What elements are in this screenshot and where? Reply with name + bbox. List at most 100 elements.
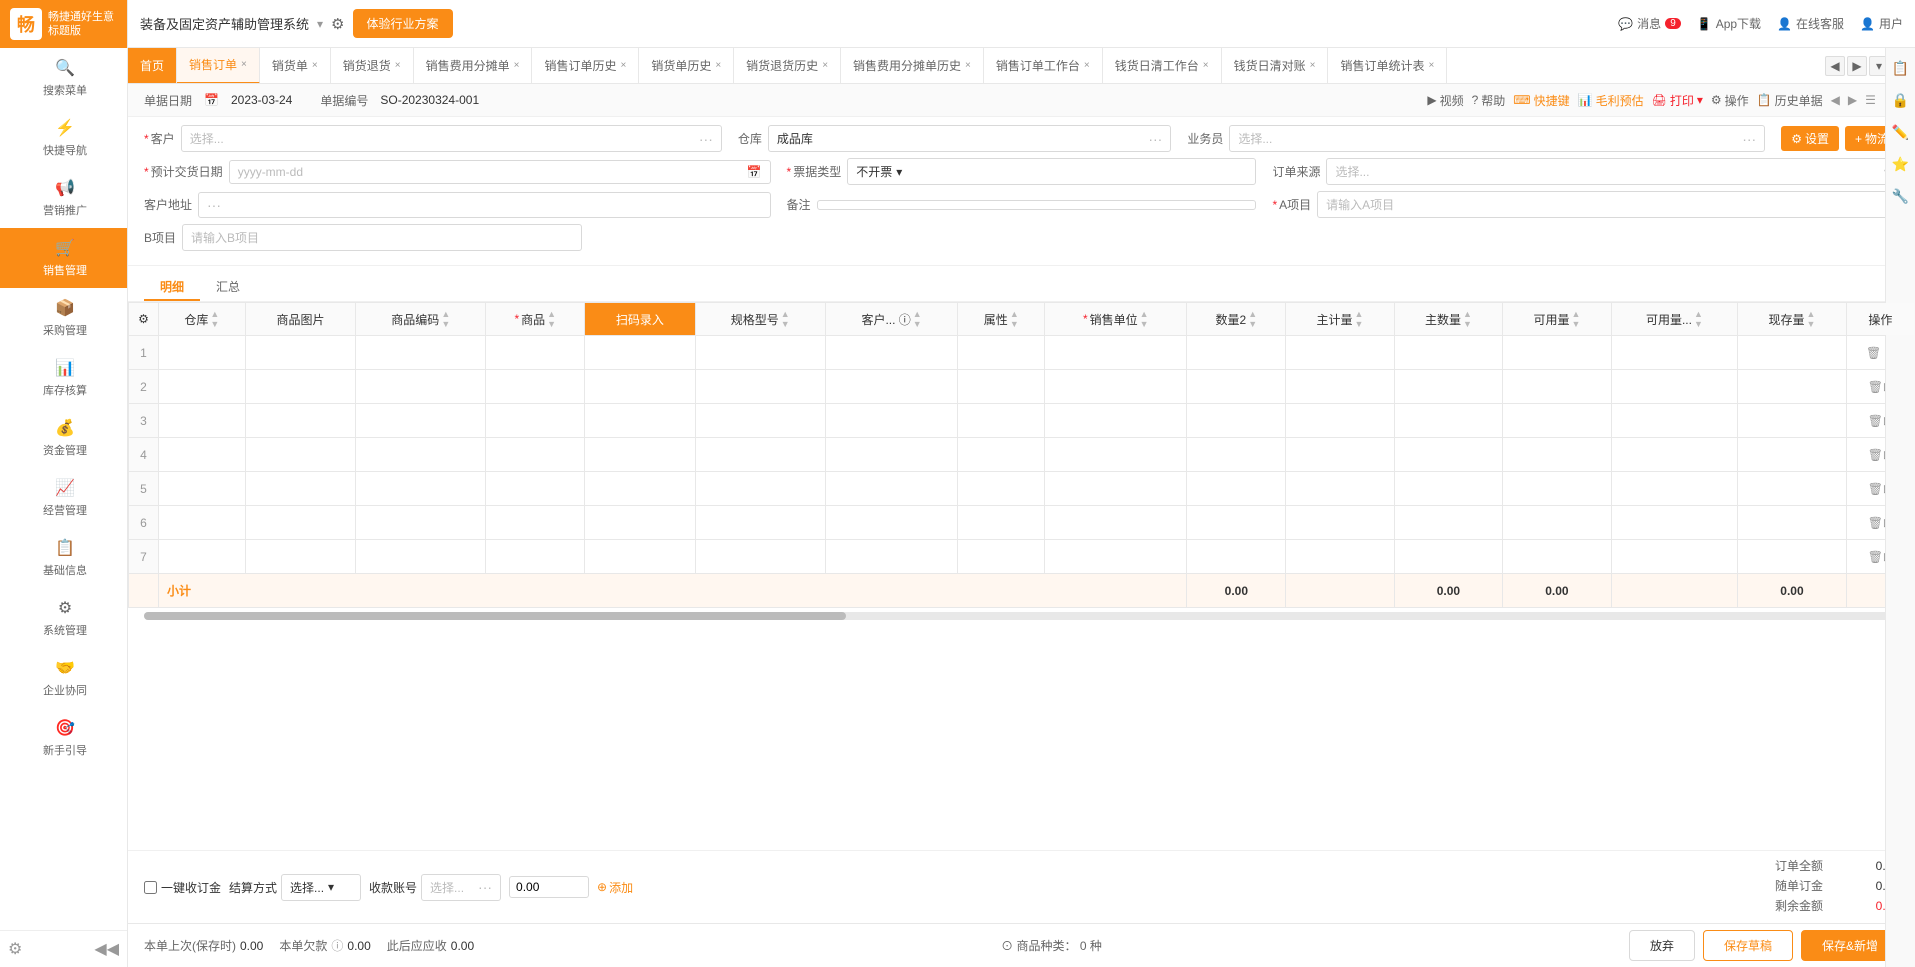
row-available2-1[interactable] bbox=[1611, 336, 1738, 370]
tab-return-history[interactable]: 销货退货历史 × bbox=[734, 48, 841, 84]
sidebar-item-system[interactable]: ⚙ 系统管理 bbox=[0, 588, 127, 648]
tab-next-button[interactable]: ▶ bbox=[1847, 56, 1867, 76]
tab-summary[interactable]: 汇总 bbox=[200, 274, 256, 301]
address-input[interactable]: ··· bbox=[198, 192, 771, 218]
tab-home[interactable]: 首页 bbox=[128, 48, 177, 84]
list-view-icon[interactable]: ☰ bbox=[1865, 93, 1876, 107]
prev-record-icon[interactable]: ◀ bbox=[1831, 93, 1840, 107]
tab-close-icon[interactable]: × bbox=[1203, 60, 1209, 71]
row-scan-1[interactable] bbox=[585, 336, 695, 370]
b-project-input[interactable]: 请输入B项目 bbox=[182, 224, 582, 251]
add-payment-button[interactable]: ⊕ 添加 bbox=[597, 879, 633, 896]
sidebar-item-search[interactable]: 🔍 搜索菜单 bbox=[0, 48, 127, 108]
settings-button[interactable]: ⚙ 设置 bbox=[1781, 126, 1839, 151]
sidebar-item-enterprise[interactable]: 🤝 企业协同 bbox=[0, 648, 127, 708]
amount-input[interactable] bbox=[509, 876, 589, 898]
operation-tool[interactable]: ⚙ 操作 bbox=[1711, 92, 1749, 109]
date-icon[interactable]: 📅 bbox=[204, 93, 219, 107]
staff-input[interactable]: 选择... ··· bbox=[1229, 125, 1765, 152]
row-attr-1[interactable] bbox=[958, 336, 1045, 370]
tab-close-icon[interactable]: × bbox=[1428, 60, 1434, 71]
sidebar-item-newbie[interactable]: 🎯 新手引导 bbox=[0, 708, 127, 768]
tab-close-icon[interactable]: × bbox=[312, 60, 318, 71]
shortcut-tool[interactable]: ⌨ 快捷键 bbox=[1513, 92, 1569, 109]
sidebar-item-basic-info[interactable]: 📋 基础信息 bbox=[0, 528, 127, 588]
message-button[interactable]: 💬 消息 9 bbox=[1618, 15, 1681, 32]
sidebar-item-marketing[interactable]: 📢 营销推广 bbox=[0, 168, 127, 228]
history-tool[interactable]: 📋 历史单据 bbox=[1757, 92, 1823, 109]
online-service-button[interactable]: 👤 在线客服 bbox=[1777, 15, 1844, 32]
tab-sales-goods[interactable]: 销货单 × bbox=[260, 48, 331, 84]
sidebar-item-purchase[interactable]: 📦 采购管理 bbox=[0, 288, 127, 348]
tab-close-icon[interactable]: × bbox=[514, 60, 520, 71]
tab-order-history[interactable]: 销售订单历史 × bbox=[532, 48, 639, 84]
right-panel-icon-4[interactable]: ⭐ bbox=[1889, 152, 1913, 176]
tab-daily-account[interactable]: 钱货日清对账 × bbox=[1222, 48, 1329, 84]
column-settings-icon[interactable]: ⚙ bbox=[138, 312, 149, 326]
right-panel-icon-2[interactable]: 🔒 bbox=[1889, 88, 1913, 112]
collapse-icon[interactable]: ◀◀ bbox=[94, 939, 119, 959]
video-tool[interactable]: ▶ 视频 bbox=[1427, 92, 1463, 109]
tab-close-icon[interactable]: × bbox=[620, 60, 626, 71]
tab-return[interactable]: 销货退货 × bbox=[331, 48, 414, 84]
tab-sales-order[interactable]: 销售订单 × bbox=[177, 48, 260, 84]
right-panel-icon-3[interactable]: ✏️ bbox=[1889, 120, 1913, 144]
customer-input[interactable]: 选择... ··· bbox=[181, 125, 722, 152]
row-warehouse-1[interactable] bbox=[159, 336, 246, 370]
tab-fee-split[interactable]: 销售费用分摊单 × bbox=[414, 48, 533, 84]
delete-row-icon[interactable]: 🗑 bbox=[1866, 346, 1881, 360]
delete-row-icon[interactable]: 🗑 bbox=[1868, 482, 1883, 496]
order-source-input[interactable]: 选择... ▾ bbox=[1326, 158, 1899, 185]
sidebar-item-operations[interactable]: 📈 经营管理 bbox=[0, 468, 127, 528]
delivery-input[interactable]: yyyy-mm-dd 📅 bbox=[229, 160, 771, 184]
settings-icon[interactable]: ⚙ bbox=[331, 15, 344, 33]
tab-close-icon[interactable]: × bbox=[1310, 60, 1316, 71]
sidebar-item-finance[interactable]: 💰 资金管理 bbox=[0, 408, 127, 468]
tab-close-icon[interactable]: × bbox=[715, 60, 721, 71]
delete-row-icon[interactable]: 🗑 bbox=[1868, 516, 1883, 530]
tab-daily-workbench[interactable]: 钱货日清工作台 × bbox=[1103, 48, 1222, 84]
one-click-input[interactable] bbox=[144, 881, 157, 894]
tab-close-icon[interactable]: × bbox=[241, 59, 247, 70]
delete-row-icon[interactable]: 🗑 bbox=[1868, 448, 1883, 462]
tab-order-workbench[interactable]: 销售订单工作台 × bbox=[984, 48, 1103, 84]
profit-tool[interactable]: 📊 毛利预估 bbox=[1578, 92, 1644, 109]
solution-button[interactable]: 体验行业方案 bbox=[353, 9, 453, 38]
note-input[interactable] bbox=[817, 200, 1257, 210]
payment-method-select[interactable]: 选择... ▾ bbox=[281, 874, 361, 901]
row-customer-code-1[interactable] bbox=[825, 336, 958, 370]
tab-close-icon[interactable]: × bbox=[395, 60, 401, 71]
tab-goods-history[interactable]: 销货单历史 × bbox=[639, 48, 734, 84]
help-tool[interactable]: ? 帮助 bbox=[1472, 92, 1506, 109]
warehouse-input[interactable]: 成品库 ··· bbox=[768, 125, 1171, 152]
invoice-select[interactable]: 不开票 ▾ bbox=[847, 158, 1256, 185]
sidebar-item-inventory[interactable]: 📊 库存核算 bbox=[0, 348, 127, 408]
tab-order-stats[interactable]: 销售订单统计表 × bbox=[1328, 48, 1447, 84]
row-qty2-1[interactable] bbox=[1187, 336, 1286, 370]
tab-prev-button[interactable]: ◀ bbox=[1825, 56, 1845, 76]
delete-row-icon[interactable]: 🗑 bbox=[1868, 380, 1883, 394]
sidebar-item-quicknav[interactable]: ⚡ 快捷导航 bbox=[0, 108, 127, 168]
h-scrollbar[interactable] bbox=[128, 608, 1915, 624]
row-product-1[interactable] bbox=[486, 336, 585, 370]
right-panel-icon-5[interactable]: 🔧 bbox=[1889, 184, 1913, 208]
tab-fee-history[interactable]: 销售费用分摊单历史 × bbox=[841, 48, 984, 84]
delete-row-icon[interactable]: 🗑 bbox=[1868, 550, 1883, 564]
delete-row-icon[interactable]: 🗑 bbox=[1868, 414, 1883, 428]
tab-detail[interactable]: 明细 bbox=[144, 274, 200, 301]
tab-close-icon[interactable]: × bbox=[1084, 60, 1090, 71]
discard-button[interactable]: 放弃 bbox=[1629, 930, 1695, 961]
row-spec-1[interactable] bbox=[695, 336, 825, 370]
row-stock-1[interactable] bbox=[1738, 336, 1846, 370]
tab-close-icon[interactable]: × bbox=[965, 60, 971, 71]
tab-close-icon[interactable]: × bbox=[822, 60, 828, 71]
right-panel-icon-1[interactable]: 📋 bbox=[1889, 56, 1913, 80]
save-draft-button[interactable]: 保存草稿 bbox=[1703, 930, 1793, 961]
a-project-input[interactable]: 请输入A项目 bbox=[1317, 191, 1899, 218]
print-tool[interactable]: 🖨 打印 ▾ bbox=[1652, 92, 1703, 109]
row-available-1[interactable] bbox=[1503, 336, 1611, 370]
app-download-button[interactable]: 📱 App下载 bbox=[1697, 15, 1761, 32]
settings-bottom-icon[interactable]: ⚙ bbox=[8, 939, 22, 959]
sidebar-item-sales[interactable]: 🛒 销售管理 bbox=[0, 228, 127, 288]
next-record-icon[interactable]: ▶ bbox=[1848, 93, 1857, 107]
